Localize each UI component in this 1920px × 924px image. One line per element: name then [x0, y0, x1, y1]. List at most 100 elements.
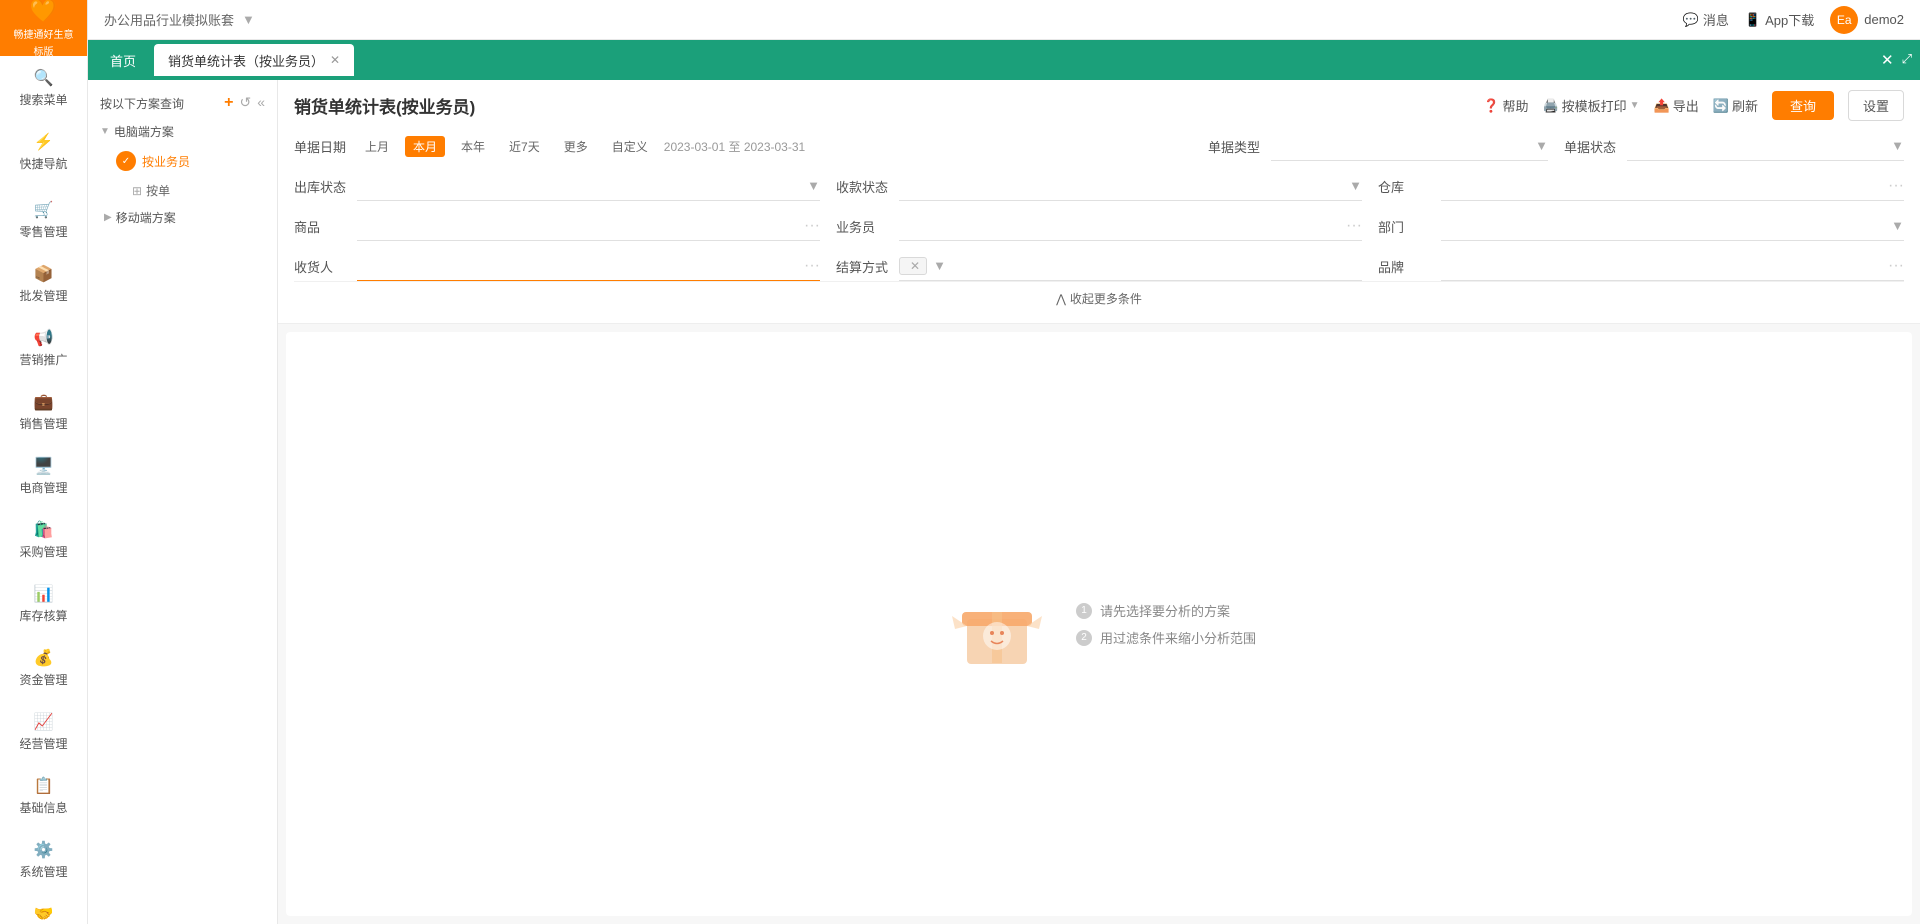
department-input[interactable]: ▼: [1441, 211, 1904, 241]
filter-row-2: 出库状态 ▼ 收款状态 ▼ 仓库: [294, 171, 1904, 201]
payment-status-input[interactable]: ▼: [899, 171, 1362, 201]
scheme-order-label: 按单: [146, 182, 170, 199]
quick-nav-icon: ⚡: [34, 132, 54, 152]
sidebar-item-system[interactable]: ⚙️ 系统管理: [0, 828, 87, 892]
date-more[interactable]: 更多: [556, 136, 596, 157]
product-input[interactable]: ···: [357, 211, 820, 241]
settlement-input[interactable]: ✕ ▼: [899, 251, 1362, 281]
add-scheme-icon[interactable]: +: [224, 94, 233, 112]
receiver-input[interactable]: ···: [357, 251, 820, 281]
sidebar-label-marketing: 营销推广: [19, 351, 67, 368]
system-icon: ⚙️: [34, 840, 54, 860]
sidebar-label-system: 系统管理: [19, 863, 67, 880]
content-area: 按以下方案查询 + ↺ « ▼ 电脑端方案 ✓ 按业务员 ⊞ 按: [88, 80, 1920, 924]
maximize-icon[interactable]: ⤢: [1902, 51, 1912, 69]
date-last-month[interactable]: 上月: [357, 136, 397, 157]
sidebar-item-quick[interactable]: ⚡ 快捷导航: [0, 120, 87, 184]
print-arrow-icon: ▼: [1630, 100, 1640, 111]
empty-state: 1 请先选择要分析的方案 2 用过滤条件来缩小分析范围: [286, 332, 1912, 916]
date-this-month[interactable]: 本月: [405, 136, 445, 157]
salesperson-input[interactable]: ···: [899, 211, 1362, 241]
scheme-item-order[interactable]: ⊞ 按单: [88, 177, 277, 204]
sidebar-item-retail[interactable]: 🛒 零售管理: [0, 188, 87, 252]
step-2-icon: 2: [1076, 630, 1092, 646]
brand-dots-icon: ···: [1888, 257, 1904, 275]
scheme-item-salesperson[interactable]: ✓ 按业务员: [88, 145, 277, 177]
date-7days[interactable]: 近7天: [501, 136, 548, 157]
tab-home-label: 首页: [110, 51, 136, 70]
desktop-scheme-group: ▼ 电脑端方案 ✓ 按业务员 ⊞ 按单: [88, 118, 277, 204]
sidebar-item-ecom[interactable]: 🖥️ 电商管理: [0, 444, 87, 508]
salesperson-field: 业务员 ···: [836, 211, 1362, 241]
step-1-icon: 1: [1076, 603, 1092, 619]
workspace-title-area: 办公用品行业模拟账套 ▼: [104, 10, 255, 29]
payment-arrow-icon: ▼: [1349, 178, 1362, 193]
collapse-filters-btn[interactable]: ⋀ 收起更多条件: [294, 281, 1904, 315]
sidebar-label-management: 经营管理: [19, 735, 67, 752]
search-nav-icon: 🔍: [34, 68, 54, 88]
refresh-scheme-icon[interactable]: ↺: [239, 94, 251, 112]
settlement-label: 结算方式: [836, 257, 891, 276]
tab-report-label: 销货单统计表（按业务员）: [168, 51, 324, 70]
mobile-scheme-label: 移动端方案: [116, 209, 176, 226]
settlement-tag: ✕: [899, 257, 927, 275]
sidebar-item-management[interactable]: 📈 经营管理: [0, 700, 87, 764]
mobile-scheme-group[interactable]: ▶ 移动端方案: [88, 204, 277, 231]
warehouse-dots-icon: ···: [1888, 177, 1904, 195]
payment-status-label: 收款状态: [836, 177, 891, 196]
refresh-icon: 🔄: [1713, 98, 1729, 114]
tab-report[interactable]: 销货单统计表（按业务员） ✕: [154, 44, 354, 76]
out-status-input[interactable]: ▼: [357, 171, 820, 201]
export-btn[interactable]: 📤 导出: [1654, 96, 1699, 115]
tab-close-icon[interactable]: ✕: [330, 53, 340, 67]
receiver-field: 收货人 ···: [294, 251, 820, 281]
download-icon: 📱: [1745, 12, 1761, 28]
message-btn[interactable]: 💬 消息: [1683, 10, 1729, 29]
ecom-icon: 🖥️: [34, 456, 54, 476]
refresh-btn[interactable]: 🔄 刷新: [1713, 96, 1758, 115]
sidebar-item-finance[interactable]: 💰 资金管理: [0, 636, 87, 700]
app-download-btn[interactable]: 📱 App下载: [1745, 10, 1814, 29]
header-right: 💬 消息 📱 App下载 Ea demo2: [1683, 6, 1904, 34]
sidebar-item-search[interactable]: 🔍 搜索菜单: [0, 56, 87, 120]
scheme-query-label: 按以下方案查询: [100, 95, 184, 112]
warehouse-field: 仓库 ···: [1378, 171, 1904, 201]
date-custom[interactable]: 自定义: [604, 136, 656, 157]
warehouse-input[interactable]: ···: [1441, 171, 1904, 201]
wholesale-icon: 📦: [34, 264, 54, 284]
user-menu[interactable]: Ea demo2: [1830, 6, 1904, 34]
step-1-text: 请先选择要分析的方案: [1100, 601, 1230, 620]
query-button[interactable]: 查询: [1772, 91, 1834, 120]
sidebar-item-inventory[interactable]: 📊 库存核算: [0, 572, 87, 636]
sidebar-item-wholesale[interactable]: 📦 批发管理: [0, 252, 87, 316]
refresh-label: 刷新: [1732, 96, 1758, 115]
sidebar-item-basic[interactable]: 📋 基础信息: [0, 764, 87, 828]
sidebar-item-sales[interactable]: 💼 销售管理: [0, 380, 87, 444]
doc-status-input[interactable]: ▼: [1627, 131, 1904, 161]
main-area: 办公用品行业模拟账套 ▼ 💬 消息 📱 App下载 Ea demo2 首页: [88, 0, 1920, 924]
close-window-icon[interactable]: ✕: [1881, 51, 1894, 69]
brand-input[interactable]: ···: [1441, 251, 1904, 281]
collapse-panel-icon[interactable]: «: [257, 94, 265, 112]
department-arrow-icon: ▼: [1891, 218, 1904, 233]
settlement-tag-remove[interactable]: ✕: [910, 259, 920, 273]
sidebar-item-purchase[interactable]: 🛍️ 采购管理: [0, 508, 87, 572]
logo-icon: 🧡: [30, 0, 57, 24]
doc-type-input[interactable]: ▼: [1271, 131, 1548, 161]
print-btn[interactable]: 🖨️ 按模板打印 ▼: [1542, 96, 1639, 115]
scheme-salesperson-label: 按业务员: [142, 153, 190, 170]
doc-status-arrow-icon: ▼: [1891, 138, 1904, 153]
settings-button[interactable]: 设置: [1848, 90, 1904, 121]
sidebar-item-marketing[interactable]: 📢 营销推广: [0, 316, 87, 380]
workspace-arrow[interactable]: ▼: [242, 12, 255, 27]
desktop-scheme-title[interactable]: ▼ 电脑端方案: [88, 118, 277, 145]
tab-home[interactable]: 首页: [96, 44, 150, 76]
sidebar: 🧡 畅捷通好生意 标版 🔍 搜索菜单 ⚡ 快捷导航 🛒 零售管理 📦 批发管理 …: [0, 0, 88, 924]
sidebar-item-collab[interactable]: 🤝 企业协同: [0, 892, 87, 924]
help-btn[interactable]: ❓ 帮助: [1483, 96, 1528, 115]
sidebar-label-basic: 基础信息: [19, 799, 67, 816]
date-this-year[interactable]: 本年: [453, 136, 493, 157]
user-avatar: Ea: [1830, 6, 1858, 34]
settlement-field: 结算方式 ✕ ▼: [836, 251, 1362, 281]
warehouse-label: 仓库: [1378, 177, 1433, 196]
